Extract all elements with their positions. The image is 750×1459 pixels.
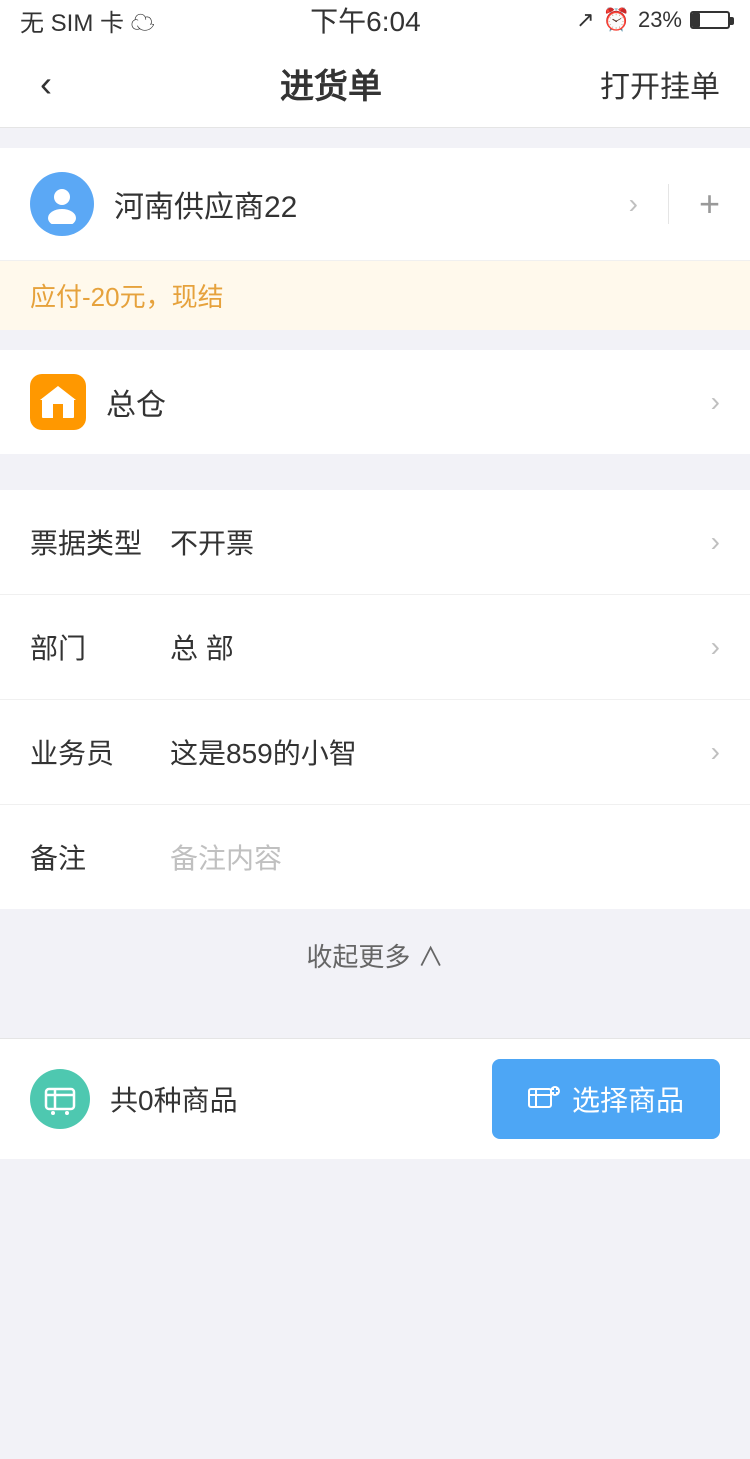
battery-label: 23% [638, 7, 682, 33]
page-background [0, 1159, 750, 1459]
select-product-icon [528, 1085, 560, 1113]
top-divider [0, 128, 750, 148]
open-pending-button[interactable]: 打开挂单 [600, 62, 720, 106]
form-row-remark[interactable]: 备注 备注内容 [0, 805, 750, 909]
page-title: 进货单 [280, 59, 382, 108]
cart-icon [42, 1081, 78, 1117]
sim-label: 无 SIM 卡 ☁ [20, 3, 155, 38]
warehouse-label: 总仓 [106, 380, 711, 424]
form-section: 票据类型 不开票 › 部门 总 部 › 业务员 这是859的小智 › 备注 备注… [0, 490, 750, 909]
status-bar: 无 SIM 卡 ☁ 下午6:04 ↗ ⏰ 23% [0, 0, 750, 40]
salesperson-chevron-icon: › [711, 736, 720, 768]
department-label: 部门 [30, 627, 150, 667]
alarm-icon: ⏰ [603, 7, 630, 33]
status-right: ↗ ⏰ 23% [576, 7, 730, 33]
salesperson-label: 业务员 [30, 732, 150, 772]
divider-2 [0, 454, 750, 474]
salesperson-value: 这是859的小智 [150, 732, 711, 772]
warehouse-chevron-icon: › [711, 386, 720, 418]
collapse-text: 收起更多 ∧ [306, 937, 443, 974]
status-left: 无 SIM 卡 ☁ [20, 3, 155, 38]
department-value: 总 部 [150, 627, 711, 667]
collapse-row[interactable]: 收起更多 ∧ [0, 909, 750, 1002]
battery-icon [690, 11, 730, 29]
warehouse-row[interactable]: 总仓 › [0, 350, 750, 454]
divider-3 [0, 1002, 750, 1022]
invoice-value: 不开票 [150, 522, 711, 562]
add-supplier-button[interactable]: + [699, 183, 720, 225]
invoice-label: 票据类型 [30, 522, 150, 562]
person-icon [42, 184, 82, 224]
supplier-section: 河南供应商22 › + 应付-20元，现结 [0, 148, 750, 330]
status-time: 下午6:04 [310, 0, 421, 40]
vertical-divider [668, 184, 669, 224]
building-icon [40, 386, 76, 418]
department-chevron-icon: › [711, 631, 720, 663]
divider-1 [0, 330, 750, 350]
product-count-text: 共0种商品 [110, 1079, 492, 1119]
supplier-chevron-icon: › [629, 188, 638, 220]
form-row-invoice[interactable]: 票据类型 不开票 › [0, 490, 750, 595]
invoice-chevron-icon: › [711, 526, 720, 558]
supplier-row[interactable]: 河南供应商22 › + [0, 148, 750, 261]
nav-bar: ‹ 进货单 打开挂单 [0, 40, 750, 128]
location-icon: ↗ [576, 7, 594, 33]
form-row-salesperson[interactable]: 业务员 这是859的小智 › [0, 700, 750, 805]
notice-row: 应付-20元，现结 [0, 261, 750, 330]
product-count-icon [30, 1069, 90, 1129]
notice-text: 应付-20元，现结 [30, 282, 224, 312]
bottom-bar: 共0种商品 选择商品 [0, 1038, 750, 1159]
supplier-avatar [30, 172, 94, 236]
remark-label: 备注 [30, 837, 150, 877]
select-product-button[interactable]: 选择商品 [492, 1059, 720, 1139]
select-product-label: 选择商品 [572, 1079, 684, 1119]
warehouse-icon [30, 374, 86, 430]
form-row-department[interactable]: 部门 总 部 › [0, 595, 750, 700]
back-button[interactable]: ‹ [30, 53, 62, 115]
supplier-name: 河南供应商22 [114, 182, 629, 226]
supplier-right: › + [629, 183, 720, 225]
remark-input[interactable]: 备注内容 [150, 837, 720, 877]
